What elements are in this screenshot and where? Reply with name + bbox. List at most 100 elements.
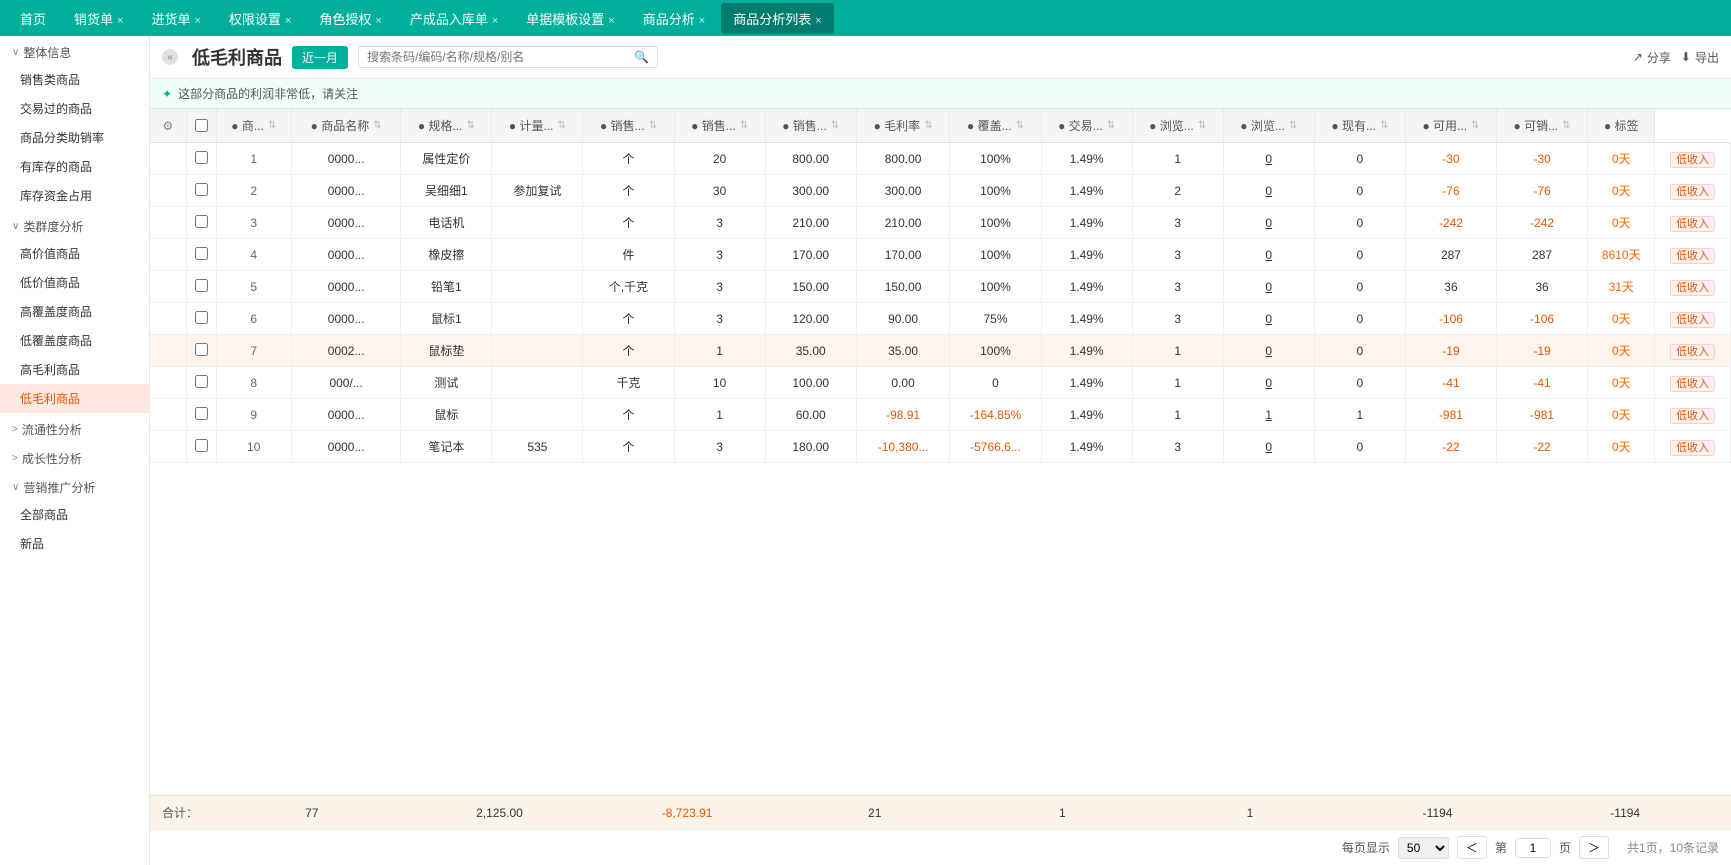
th-trade-count[interactable]: ● 交易...⇅ bbox=[1041, 109, 1132, 143]
row-checkbox[interactable] bbox=[195, 215, 208, 228]
nav-close-icon[interactable]: × bbox=[608, 15, 614, 27]
sidebar-item-低毛利商品[interactable]: 低毛利商品 bbox=[0, 384, 149, 413]
row-checkbox[interactable] bbox=[195, 343, 208, 356]
filter-button[interactable]: 近一月 bbox=[292, 46, 348, 69]
select-all-checkbox[interactable] bbox=[195, 119, 208, 132]
cell-checkbox[interactable] bbox=[186, 431, 216, 463]
th-sale-profit[interactable]: ● 销售...⇅ bbox=[765, 109, 856, 143]
nav-item-进货单[interactable]: 进货单× bbox=[139, 3, 212, 34]
th-browse1[interactable]: ● 浏览...⇅ bbox=[1132, 109, 1223, 143]
search-icon[interactable]: 🔍 bbox=[634, 50, 649, 64]
th-current-stock[interactable]: ● 现有...⇅ bbox=[1314, 109, 1405, 143]
nav-item-商品分析[interactable]: 商品分析× bbox=[631, 3, 717, 34]
cell-checkbox[interactable] bbox=[186, 303, 216, 335]
nav-close-icon[interactable]: × bbox=[285, 15, 291, 27]
th-unit[interactable]: ● 计量...⇅ bbox=[492, 109, 583, 143]
collapse-sidebar-btn[interactable]: « bbox=[162, 49, 178, 65]
nav-item-角色授权[interactable]: 角色授权× bbox=[307, 3, 393, 34]
nav-item-首页[interactable]: 首页 bbox=[8, 3, 58, 34]
cell-browse1: 0 bbox=[1223, 335, 1314, 367]
sidebar-item-商品分类助销率[interactable]: 商品分类助销率 bbox=[0, 123, 149, 152]
th-browse2[interactable]: ● 浏览...⇅ bbox=[1223, 109, 1314, 143]
cell-checkbox[interactable] bbox=[186, 143, 216, 175]
cell-unit: 个 bbox=[583, 335, 674, 367]
cell-code: 0000... bbox=[291, 431, 400, 463]
sidebar-item-销售类商品[interactable]: 销售类商品 bbox=[0, 65, 149, 94]
th-tag[interactable]: ● 标签 bbox=[1588, 109, 1655, 143]
cell-tag: 低收入 bbox=[1655, 143, 1731, 175]
export-button[interactable]: ⬇ 导出 bbox=[1681, 49, 1719, 66]
th-gross-rate[interactable]: ● 毛利率⇅ bbox=[856, 109, 950, 143]
sidebar-item-新品[interactable]: 新品 bbox=[0, 529, 149, 558]
nav-close-icon[interactable]: × bbox=[194, 15, 200, 27]
th-saleable-stock[interactable]: ● 可销...⇅ bbox=[1497, 109, 1588, 143]
row-checkbox[interactable] bbox=[195, 151, 208, 164]
cell-checkbox[interactable] bbox=[186, 239, 216, 271]
row-checkbox[interactable] bbox=[195, 375, 208, 388]
sidebar-item-低价值商品[interactable]: 低价值商品 bbox=[0, 268, 149, 297]
th-available-stock[interactable]: ● 可用...⇅ bbox=[1405, 109, 1496, 143]
sidebar-item-高覆盖度商品[interactable]: 高覆盖度商品 bbox=[0, 297, 149, 326]
sidebar-item-全部商品[interactable]: 全部商品 bbox=[0, 500, 149, 529]
cell-spec bbox=[492, 239, 583, 271]
cell-code: 0002... bbox=[291, 335, 400, 367]
nav-close-icon[interactable]: × bbox=[492, 15, 498, 27]
page-number-input[interactable] bbox=[1515, 838, 1551, 858]
th-coverage[interactable]: ● 覆盖...⇅ bbox=[950, 109, 1041, 143]
cell-checkbox[interactable] bbox=[186, 335, 216, 367]
nav-item-产成品入库单[interactable]: 产成品入库单× bbox=[398, 3, 510, 34]
sidebar-item-高毛利商品[interactable]: 高毛利商品 bbox=[0, 355, 149, 384]
page-size-select[interactable]: 50 20 100 bbox=[1398, 837, 1449, 859]
share-button[interactable]: ↗ 分享 bbox=[1633, 49, 1671, 66]
sidebar-group-类群度分析[interactable]: ∨类群度分析 bbox=[0, 210, 149, 239]
sidebar-group-整体信息[interactable]: ∨整体信息 bbox=[0, 36, 149, 65]
th-name[interactable]: ● 商品名称⇅ bbox=[291, 109, 400, 143]
nav-item-销货单[interactable]: 销货单× bbox=[62, 3, 135, 34]
cell-browse1: 0 bbox=[1223, 239, 1314, 271]
cell-checkbox[interactable] bbox=[186, 175, 216, 207]
th-settings[interactable]: ⚙ bbox=[150, 109, 186, 143]
nav-close-icon[interactable]: × bbox=[117, 15, 123, 27]
th-sale-qty[interactable]: ● 销售...⇅ bbox=[583, 109, 674, 143]
sidebar-item-库存资金占用[interactable]: 库存资金占用 bbox=[0, 181, 149, 210]
sidebar-item-高价值商品[interactable]: 高价值商品 bbox=[0, 239, 149, 268]
content-header: « 低毛利商品 近一月 🔍 ↗ 分享 ⬇ 导出 bbox=[150, 36, 1731, 79]
row-checkbox[interactable] bbox=[195, 247, 208, 260]
row-checkbox[interactable] bbox=[195, 439, 208, 452]
row-checkbox[interactable] bbox=[195, 407, 208, 420]
th-sale-price[interactable]: ● 销售...⇅ bbox=[674, 109, 765, 143]
cell-browse2: 0 bbox=[1314, 175, 1405, 207]
row-checkbox[interactable] bbox=[195, 311, 208, 324]
nav-close-icon[interactable]: × bbox=[699, 15, 705, 27]
th-checkbox[interactable] bbox=[186, 109, 216, 143]
sidebar-item-交易过的商品[interactable]: 交易过的商品 bbox=[0, 94, 149, 123]
cell-current-stock: -76 bbox=[1405, 175, 1496, 207]
sidebar-group-流通性分析[interactable]: >流通性分析 bbox=[0, 413, 149, 442]
cell-current-stock: -41 bbox=[1405, 367, 1496, 399]
sidebar-item-有库存的商品[interactable]: 有库存的商品 bbox=[0, 152, 149, 181]
search-input[interactable] bbox=[367, 50, 628, 64]
th-code[interactable]: ● 商...⇅ bbox=[216, 109, 291, 143]
nav-close-icon[interactable]: × bbox=[815, 15, 821, 27]
nav-close-icon[interactable]: × bbox=[375, 15, 381, 27]
cell-num: 6 bbox=[216, 303, 291, 335]
prev-page-button[interactable]: ＜ bbox=[1457, 836, 1487, 859]
cell-browse1: 0 bbox=[1223, 367, 1314, 399]
cell-settings bbox=[150, 271, 186, 303]
th-spec[interactable]: ● 规格...⇅ bbox=[401, 109, 492, 143]
sidebar-item-低覆盖度商品[interactable]: 低覆盖度商品 bbox=[0, 326, 149, 355]
cell-checkbox[interactable] bbox=[186, 399, 216, 431]
nav-item-商品分析列表[interactable]: 商品分析列表× bbox=[721, 3, 833, 34]
sidebar-group-营销推广分析[interactable]: ∨营销推广分析 bbox=[0, 471, 149, 500]
cell-coverage: 1.49% bbox=[1041, 335, 1132, 367]
nav-item-权限设置[interactable]: 权限设置× bbox=[217, 3, 303, 34]
nav-item-单据模板设置[interactable]: 单据模板设置× bbox=[514, 3, 626, 34]
next-page-button[interactable]: ＞ bbox=[1579, 836, 1609, 859]
row-checkbox[interactable] bbox=[195, 183, 208, 196]
cell-checkbox[interactable] bbox=[186, 207, 216, 239]
cell-checkbox[interactable] bbox=[186, 271, 216, 303]
cell-unit: 千克 bbox=[583, 367, 674, 399]
cell-checkbox[interactable] bbox=[186, 367, 216, 399]
row-checkbox[interactable] bbox=[195, 279, 208, 292]
sidebar-group-成长性分析[interactable]: >成长性分析 bbox=[0, 442, 149, 471]
